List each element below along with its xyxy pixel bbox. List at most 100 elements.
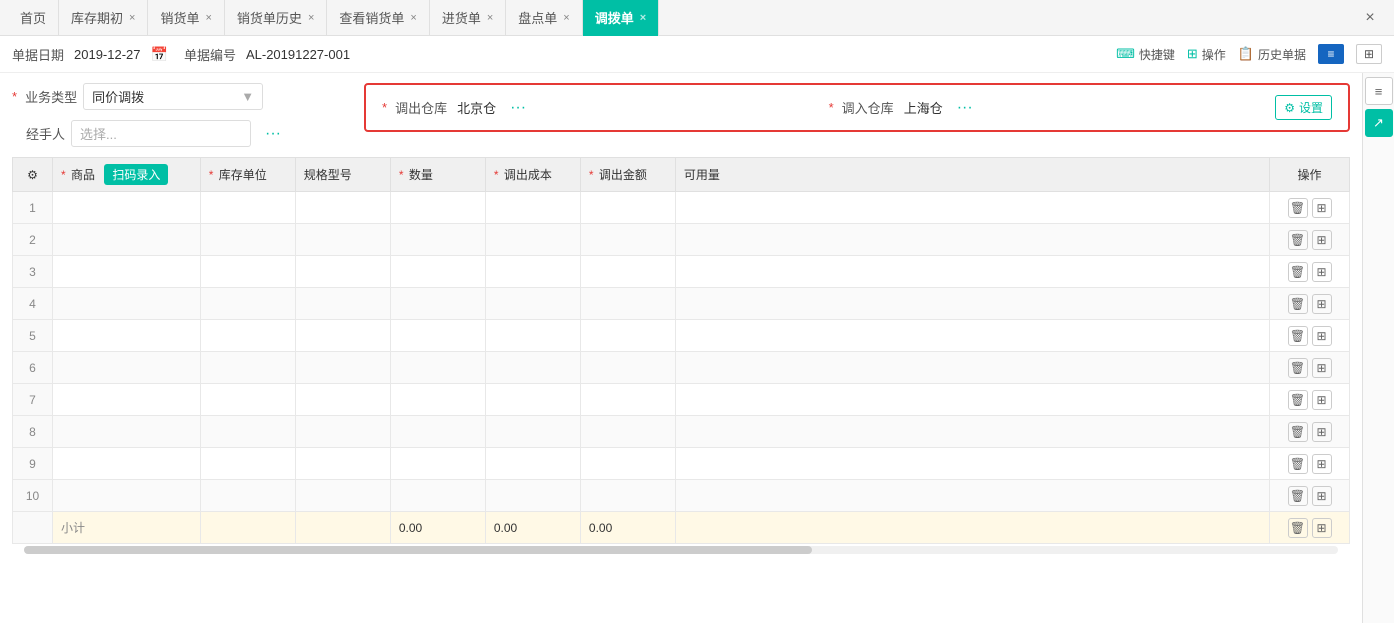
cell-qty[interactable] [390,384,485,416]
cell-spec[interactable] [295,288,390,320]
tab-inventory-init[interactable]: 库存期初 × [59,0,148,36]
horizontal-scrollbar[interactable] [24,546,1338,554]
cell-available[interactable] [675,256,1269,288]
cell-unit[interactable] [200,320,295,352]
cell-amount[interactable] [580,192,675,224]
copy-row-button[interactable]: ⊞ [1312,326,1332,346]
tab-close-inventory-check[interactable]: × [563,12,569,24]
tab-close-sales-order[interactable]: × [205,12,211,24]
cell-available[interactable] [675,320,1269,352]
cell-unit[interactable] [200,288,295,320]
cell-cost[interactable] [485,256,580,288]
cell-cost[interactable] [485,448,580,480]
in-warehouse-more-button[interactable]: ··· [957,99,973,117]
tab-view-sales[interactable]: 查看销货单 × [327,0,429,36]
cell-amount[interactable]: 0.00 [580,512,675,544]
cell-unit[interactable] [200,384,295,416]
delete-row-button[interactable]: 🗑 [1288,262,1308,282]
delete-row-button[interactable]: 🗑 [1288,326,1308,346]
cell-cost[interactable] [485,320,580,352]
cell-available[interactable] [675,480,1269,512]
cell-cost[interactable]: 0.00 [485,512,580,544]
copy-row-button[interactable]: ⊞ [1312,422,1332,442]
cell-cost[interactable] [485,288,580,320]
tab-transfer-order[interactable]: 调拨单 × [583,0,659,36]
copy-row-button[interactable]: ⊞ [1312,198,1332,218]
cell-spec[interactable] [295,192,390,224]
delete-row-button[interactable]: 🗑 [1288,454,1308,474]
cell-spec[interactable] [295,448,390,480]
cell-unit[interactable] [200,192,295,224]
cell-product[interactable] [53,320,201,352]
copy-row-button[interactable]: ⊞ [1312,486,1332,506]
cell-spec[interactable] [295,352,390,384]
copy-row-button[interactable]: ⊞ [1312,230,1332,250]
copy-row-button[interactable]: ⊞ [1312,454,1332,474]
cell-available[interactable] [675,512,1269,544]
layout-grid-button[interactable]: ⊞ [1356,44,1382,64]
cell-product[interactable] [53,480,201,512]
cell-spec[interactable] [295,384,390,416]
cell-cost[interactable] [485,416,580,448]
delete-row-button[interactable]: 🗑 [1288,390,1308,410]
business-type-select[interactable]: 同价调拨 ▼ [83,83,263,110]
cell-qty[interactable] [390,320,485,352]
delete-row-button[interactable]: 🗑 [1288,198,1308,218]
tab-home[interactable]: 首页 [8,0,59,36]
cell-spec[interactable] [295,224,390,256]
cell-amount[interactable] [580,352,675,384]
cell-amount[interactable] [580,384,675,416]
copy-row-button[interactable]: ⊞ [1312,294,1332,314]
cell-available[interactable] [675,224,1269,256]
tab-close-sales-history[interactable]: × [308,12,314,24]
gear-icon[interactable]: ⚙ [27,168,38,182]
cell-product[interactable] [53,416,201,448]
cell-qty[interactable] [390,448,485,480]
cell-unit[interactable] [200,416,295,448]
tab-close-view-sales[interactable]: × [410,12,416,24]
cell-available[interactable] [675,416,1269,448]
cell-cost[interactable] [485,384,580,416]
copy-row-button[interactable]: ⊞ [1312,262,1332,282]
cell-product[interactable] [53,288,201,320]
copy-row-button[interactable]: ⊞ [1312,390,1332,410]
cell-unit[interactable] [200,448,295,480]
cell-qty[interactable]: 0.00 [390,512,485,544]
cell-amount[interactable] [580,448,675,480]
tab-sales-history[interactable]: 销货单历史 × [225,0,327,36]
history-button[interactable]: 📋 历史单据 [1238,46,1306,63]
cell-qty[interactable] [390,416,485,448]
cell-unit[interactable] [200,256,295,288]
cell-amount[interactable] [580,480,675,512]
cell-product[interactable]: 小计 [53,512,201,544]
delete-row-button[interactable]: 🗑 [1288,486,1308,506]
tab-close-purchase-order[interactable]: × [487,12,493,24]
cell-qty[interactable] [390,192,485,224]
tab-sales-order[interactable]: 销货单 × [148,0,224,36]
settings-button[interactable]: ⚙ 设置 [1275,95,1332,120]
delete-row-button[interactable]: 🗑 [1288,518,1308,538]
copy-row-button[interactable]: ⊞ [1312,518,1332,538]
cell-unit[interactable] [200,480,295,512]
cell-product[interactable] [53,224,201,256]
cell-unit[interactable] [200,512,295,544]
cell-amount[interactable] [580,224,675,256]
cell-spec[interactable] [295,320,390,352]
cell-spec[interactable] [295,256,390,288]
cell-cost[interactable] [485,352,580,384]
cell-spec[interactable] [295,480,390,512]
cell-amount[interactable] [580,416,675,448]
cell-qty[interactable] [390,224,485,256]
cell-cost[interactable] [485,480,580,512]
scrollbar-thumb[interactable] [24,546,812,554]
tab-close-transfer-order[interactable]: × [640,12,646,24]
cell-cost[interactable] [485,224,580,256]
delete-row-button[interactable]: 🗑 [1288,358,1308,378]
cell-spec[interactable] [295,512,390,544]
out-warehouse-more-button[interactable]: ··· [510,99,526,117]
window-close-button[interactable]: × [1354,2,1386,34]
cell-qty[interactable] [390,256,485,288]
cell-available[interactable] [675,448,1269,480]
cell-qty[interactable] [390,288,485,320]
cell-spec[interactable] [295,416,390,448]
